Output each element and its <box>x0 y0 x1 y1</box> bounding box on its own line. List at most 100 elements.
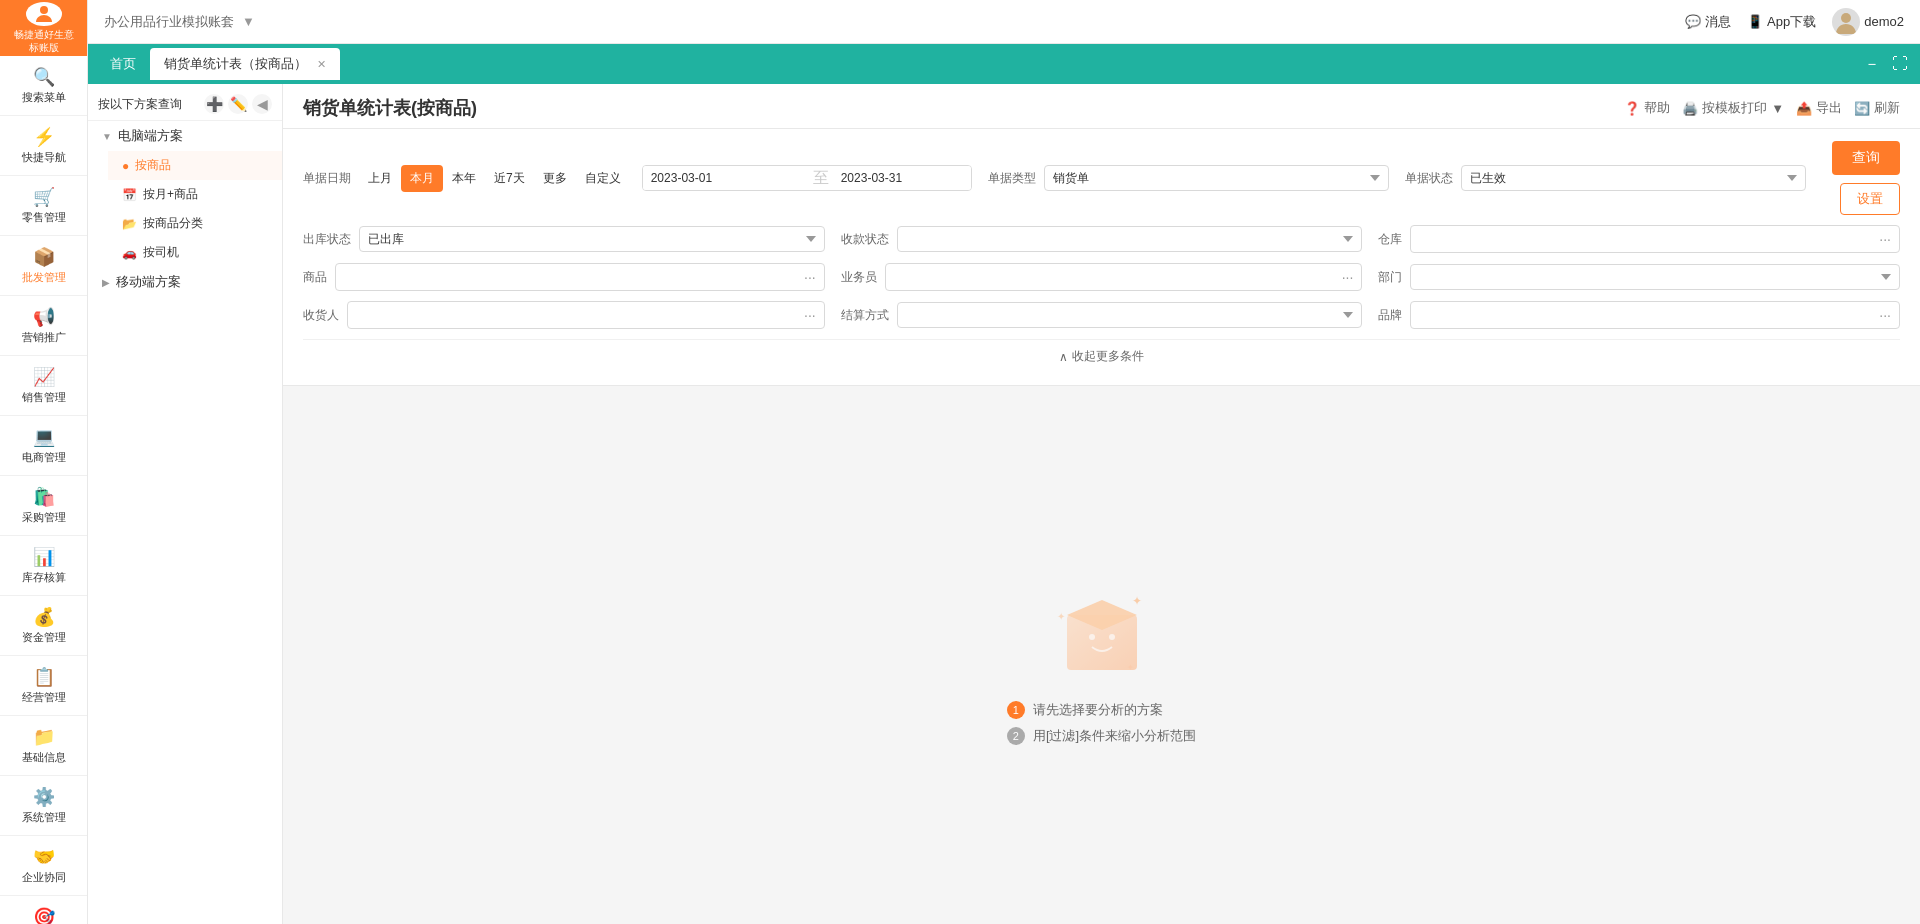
message-btn[interactable]: 💬 消息 <box>1685 13 1731 31</box>
tree-item-by-product[interactable]: ● 按商品 <box>108 151 282 180</box>
sidebar-label-collab: 企业协同 <box>22 870 66 885</box>
tabbar: 首页 销货单统计表（按商品） ✕ － ⛶ <box>88 44 1920 84</box>
tree-item-by-driver[interactable]: 🚗 按司机 <box>108 238 282 267</box>
sidebar-item-management[interactable]: 📋 经营管理 <box>0 656 87 716</box>
filter-row-2: 出库状态 已出库 收款状态 仓库 ··· <box>303 225 1900 253</box>
sidebar-item-inventory[interactable]: 📊 库存核算 <box>0 536 87 596</box>
date-to-input[interactable] <box>833 166 972 190</box>
tip-1-num: 1 <box>1007 701 1025 719</box>
tab-close-icon[interactable]: ✕ <box>317 58 326 71</box>
sidebar-item-search[interactable]: 🔍 搜索菜单 <box>0 56 87 116</box>
doc-type-select[interactable]: 销货单 <box>1044 165 1389 191</box>
content-area: 按以下方案查询 ➕ ✏️ ◀ ▼ 电脑端方案 ● 按商品 <box>88 84 1920 924</box>
tab-minimize-icon[interactable]: － <box>1860 50 1884 79</box>
tree-expand-icon: ▼ <box>102 131 112 142</box>
tab-home[interactable]: 首页 <box>96 48 150 80</box>
logo-icon <box>26 2 62 26</box>
refresh-icon: 🔄 <box>1854 101 1870 116</box>
tree-mobile-header[interactable]: ▶ 移动端方案 <box>88 267 282 297</box>
date-btn-7days[interactable]: 近7天 <box>485 165 534 192</box>
app-subtitle: 标账版 <box>29 41 59 55</box>
sidebar-item-collab[interactable]: 🤝 企业协同 <box>0 836 87 896</box>
page-title: 销货单统计表(按商品) <box>303 96 477 120</box>
brand-input[interactable]: ··· <box>1410 301 1900 329</box>
out-status-label: 出库状态 <box>303 231 351 248</box>
collapse-conditions-btn[interactable]: ∧ 收起更多条件 <box>303 339 1900 373</box>
payment-select[interactable] <box>897 302 1363 328</box>
sidebar-item-marketing[interactable]: 📢 营销推广 <box>0 296 87 356</box>
sidebar-label-search: 搜索菜单 <box>22 90 66 105</box>
sidebar-item-purchase[interactable]: 🛍️ 采购管理 <box>0 476 87 536</box>
warehouse-input[interactable]: ··· <box>1410 225 1900 253</box>
salesperson-field: 业务员 ··· <box>841 263 1363 291</box>
receiver-input[interactable]: ··· <box>347 301 825 329</box>
date-btn-more[interactable]: 更多 <box>534 165 576 192</box>
out-status-select[interactable]: 已出库 <box>359 226 825 252</box>
left-panel-title: 按以下方案查询 <box>98 96 182 113</box>
user-menu[interactable]: demo2 <box>1832 8 1904 36</box>
sidebar-item-basic-info[interactable]: 📁 基础信息 <box>0 716 87 776</box>
doc-status-field: 单据状态 已生效 <box>1405 165 1806 191</box>
date-btn-this-year[interactable]: 本年 <box>443 165 485 192</box>
product-input[interactable]: ··· <box>335 263 825 291</box>
date-range: 至 <box>642 165 972 191</box>
query-btn[interactable]: 查询 <box>1832 141 1900 175</box>
tree-desktop-label: 电脑端方案 <box>118 127 183 145</box>
date-btn-this-month[interactable]: 本月 <box>401 165 443 192</box>
tab-maximize-icon[interactable]: ⛶ <box>1888 51 1912 77</box>
sidebar-item-ecommerce[interactable]: 💻 电商管理 <box>0 416 87 476</box>
tip-1-text: 请先选择要分析的方案 <box>1033 701 1163 719</box>
collapse-panel-btn[interactable]: ◀ <box>252 94 272 114</box>
empty-tip-1: 1 请先选择要分析的方案 <box>1007 701 1196 719</box>
sidebar-item-retail[interactable]: 🛒 零售管理 <box>0 176 87 236</box>
receiver-label: 收货人 <box>303 307 339 324</box>
tab-home-label: 首页 <box>110 55 136 73</box>
category-icon: 📂 <box>122 217 137 231</box>
doc-status-select[interactable]: 已生效 <box>1461 165 1806 191</box>
sidebar-item-quick-nav[interactable]: ⚡ 快捷导航 <box>0 116 87 176</box>
receiver-dots-icon: ··· <box>804 307 816 323</box>
topbar: 办公用品行业模拟账套 ▼ 💬 消息 📱 App下载 demo2 <box>88 0 1920 44</box>
sidebar-item-finance[interactable]: 💰 资金管理 <box>0 596 87 656</box>
doc-type-field: 单据类型 销货单 <box>988 165 1389 191</box>
dept-select[interactable] <box>1410 264 1900 290</box>
print-btn[interactable]: 🖨️ 按模板打印 ▼ <box>1682 99 1784 117</box>
app-download-btn[interactable]: 📱 App下载 <box>1747 13 1816 31</box>
sidebar-item-wholesale[interactable]: 📦 批发管理 <box>0 236 87 296</box>
sidebar-item-guide[interactable]: 🎯 新手引导 <box>0 896 87 924</box>
product-label: 商品 <box>303 269 327 286</box>
tree-item-by-driver-label: 按司机 <box>143 244 179 261</box>
tree-item-by-month-product[interactable]: 📅 按月+商品 <box>108 180 282 209</box>
tree-mobile-expand-icon: ▶ <box>102 277 110 288</box>
salesperson-input[interactable]: ··· <box>885 263 1363 291</box>
help-btn[interactable]: ❓ 帮助 <box>1624 99 1670 117</box>
refresh-btn[interactable]: 🔄 刷新 <box>1854 99 1900 117</box>
tree-desktop-header[interactable]: ▼ 电脑端方案 <box>88 121 282 151</box>
guide-icon: 🎯 <box>33 906 55 924</box>
empty-state-illustration: ✦ ✦ ✦ <box>1042 565 1162 685</box>
tree-mobile-label: 移动端方案 <box>116 273 181 291</box>
receive-status-select[interactable] <box>897 226 1363 252</box>
setting-btn[interactable]: 设置 <box>1840 183 1900 215</box>
empty-tips: 1 请先选择要分析的方案 2 用[过滤]条件来缩小分析范围 <box>1007 701 1196 745</box>
industry-dropdown-icon[interactable]: ▼ <box>242 14 255 29</box>
export-btn[interactable]: 📤 导出 <box>1796 99 1842 117</box>
date-btn-last-month[interactable]: 上月 <box>359 165 401 192</box>
sidebar-item-sales[interactable]: 📈 销售管理 <box>0 356 87 416</box>
doc-type-label: 单据类型 <box>988 170 1036 187</box>
app-name: 畅捷通好生意 <box>14 28 74 41</box>
message-icon: 💬 <box>1685 14 1701 29</box>
receiver-field: 收货人 ··· <box>303 301 825 329</box>
tab-sales-stats[interactable]: 销货单统计表（按商品） ✕ <box>150 48 340 80</box>
warehouse-label: 仓库 <box>1378 231 1402 248</box>
salesperson-label: 业务员 <box>841 269 877 286</box>
add-scheme-btn[interactable]: ➕ <box>204 94 224 114</box>
svg-point-4 <box>1089 634 1095 640</box>
tree-item-by-category[interactable]: 📂 按商品分类 <box>108 209 282 238</box>
sidebar-label-purchase: 采购管理 <box>22 510 66 525</box>
date-from-input[interactable] <box>643 166 809 190</box>
date-btn-custom[interactable]: 自定义 <box>576 165 630 192</box>
sidebar-item-system[interactable]: ⚙️ 系统管理 <box>0 776 87 836</box>
edit-scheme-btn[interactable]: ✏️ <box>228 94 248 114</box>
dept-label: 部门 <box>1378 269 1402 286</box>
